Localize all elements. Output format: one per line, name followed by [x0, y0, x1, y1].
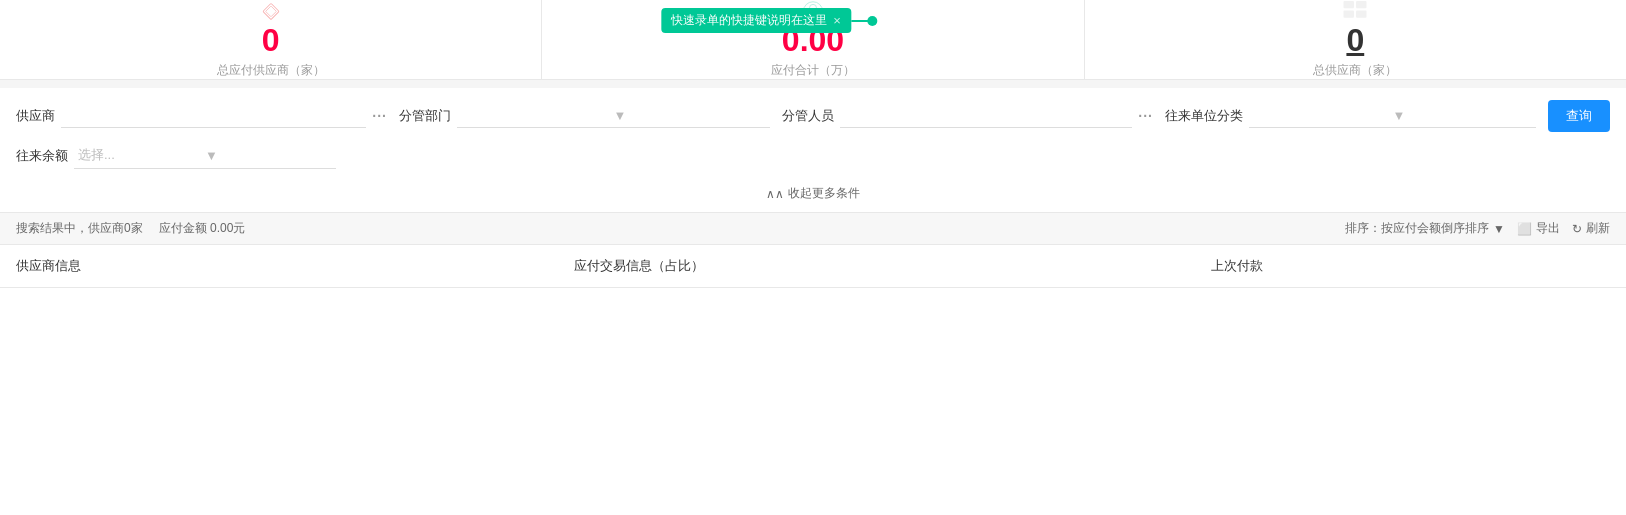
stat-number-payable-suppliers: 0 [262, 23, 280, 58]
diamond-icon [247, 0, 295, 23]
filter-department: 分管部门 ▼ [399, 104, 770, 128]
filter-balance: 往来余额 选择... ▼ [16, 142, 336, 169]
filter-row-2: 往来余额 选择... ▼ [16, 142, 336, 169]
table-header: 供应商信息 应付交易信息（占比） 上次付款 [0, 245, 1626, 288]
svg-rect-4 [1344, 1, 1354, 8]
col-header-supplier-label: 供应商信息 [16, 258, 81, 273]
tooltip-dot [867, 16, 877, 26]
svg-rect-7 [1356, 10, 1366, 17]
balance-dropdown[interactable]: 选择... ▼ [74, 142, 336, 169]
collapse-label: 收起更多条件 [788, 185, 860, 202]
tooltip-badge[interactable]: 快速录单的快捷键说明在这里 × [661, 8, 851, 33]
supplier-label: 供应商 [16, 107, 55, 125]
department-label: 分管部门 [399, 107, 451, 125]
sort-label: 排序：按应付会额倒序排序 [1345, 220, 1489, 237]
department-dropdown[interactable]: ▼ [457, 104, 770, 128]
svg-rect-5 [1356, 1, 1366, 8]
result-bar-right: 排序：按应付会额倒序排序 ▼ ⬜ 导出 ↻ 刷新 [1345, 220, 1610, 237]
department-arrow: ▼ [614, 108, 767, 123]
collapse-row: ∧∧ 收起更多条件 [16, 179, 1610, 212]
filter-unit-category: 往来单位分类 ▼ [1165, 104, 1536, 128]
col-header-transactions-label: 应付交易信息（占比） [574, 258, 704, 273]
stat-label-payable-suppliers: 总应付供应商（家） [217, 62, 325, 79]
refresh-button[interactable]: ↻ 刷新 [1572, 220, 1610, 237]
manager-label: 分管人员 [782, 107, 834, 125]
balance-arrow: ▼ [205, 148, 332, 163]
refresh-label: 刷新 [1586, 220, 1610, 237]
col-header-supplier: 供应商信息 [16, 257, 574, 275]
stats-bar: 0 总应付供应商（家） 快速录单的快捷键说明在这里 × 0.00 应付合计（万）… [0, 0, 1626, 80]
unit-category-label: 往来单位分类 [1165, 107, 1243, 125]
supplier-input[interactable] [61, 104, 366, 128]
stat-number-total-suppliers: 0 [1346, 23, 1364, 58]
balance-label: 往来余额 [16, 147, 68, 165]
export-icon: ⬜ [1517, 222, 1532, 236]
filter-row-1: 供应商 ··· 分管部门 ▼ 分管人员 ··· 往来单位分类 ▼ [16, 100, 1610, 132]
tooltip-close-btn[interactable]: × [833, 13, 841, 28]
sort-button[interactable]: 排序：按应付会额倒序排序 ▼ [1345, 220, 1505, 237]
stat-total-payable-suppliers: 0 总应付供应商（家） [0, 0, 542, 79]
filter-supplier: 供应商 ··· [16, 104, 387, 128]
payable-amount-text: 应付金额 0.00元 [159, 220, 246, 237]
stat-label-total-suppliers: 总供应商（家） [1313, 62, 1397, 79]
refresh-icon: ↻ [1572, 222, 1582, 236]
grid-icon [1331, 0, 1379, 19]
result-bar-left: 搜索结果中，供应商0家 应付金额 0.00元 [16, 220, 245, 237]
manager-input[interactable] [840, 104, 1132, 128]
stat-payable-total: 快速录单的快捷键说明在这里 × 0.00 应付合计（万） [542, 0, 1084, 79]
filter-area: 供应商 ··· 分管部门 ▼ 分管人员 ··· 往来单位分类 ▼ [0, 88, 1626, 213]
svg-rect-0 [263, 3, 279, 19]
tooltip-text: 快速录单的快捷键说明在这里 [671, 12, 827, 29]
result-bar: 搜索结果中，供应商0家 应付金额 0.00元 排序：按应付会额倒序排序 ▼ ⬜ … [0, 213, 1626, 245]
col-header-transactions: 应付交易信息（占比） [574, 257, 1212, 275]
col-header-lastpay-label: 上次付款 [1211, 258, 1263, 273]
export-label: 导出 [1536, 220, 1560, 237]
svg-rect-6 [1344, 10, 1354, 17]
collapse-button[interactable]: ∧∧ 收起更多条件 [766, 185, 860, 202]
balance-placeholder: 选择... [78, 146, 205, 164]
col-header-lastpay: 上次付款 [1211, 257, 1610, 275]
sort-arrow-icon: ▼ [1493, 222, 1505, 236]
stat-total-suppliers: 0 总供应商（家） [1085, 0, 1626, 79]
unit-category-arrow: ▼ [1393, 108, 1533, 123]
unit-category-dropdown[interactable]: ▼ [1249, 104, 1536, 128]
query-button[interactable]: 查询 [1548, 100, 1610, 132]
collapse-icon: ∧∧ [766, 187, 784, 201]
stat-label-payable-total: 应付合计（万） [771, 62, 855, 79]
supplier-dots[interactable]: ··· [372, 108, 387, 124]
table-body [0, 288, 1626, 515]
supplier-count-text: 搜索结果中，供应商0家 [16, 220, 143, 237]
filter-manager: 分管人员 ··· [782, 104, 1153, 128]
export-button[interactable]: ⬜ 导出 [1517, 220, 1560, 237]
manager-dots[interactable]: ··· [1138, 108, 1153, 124]
